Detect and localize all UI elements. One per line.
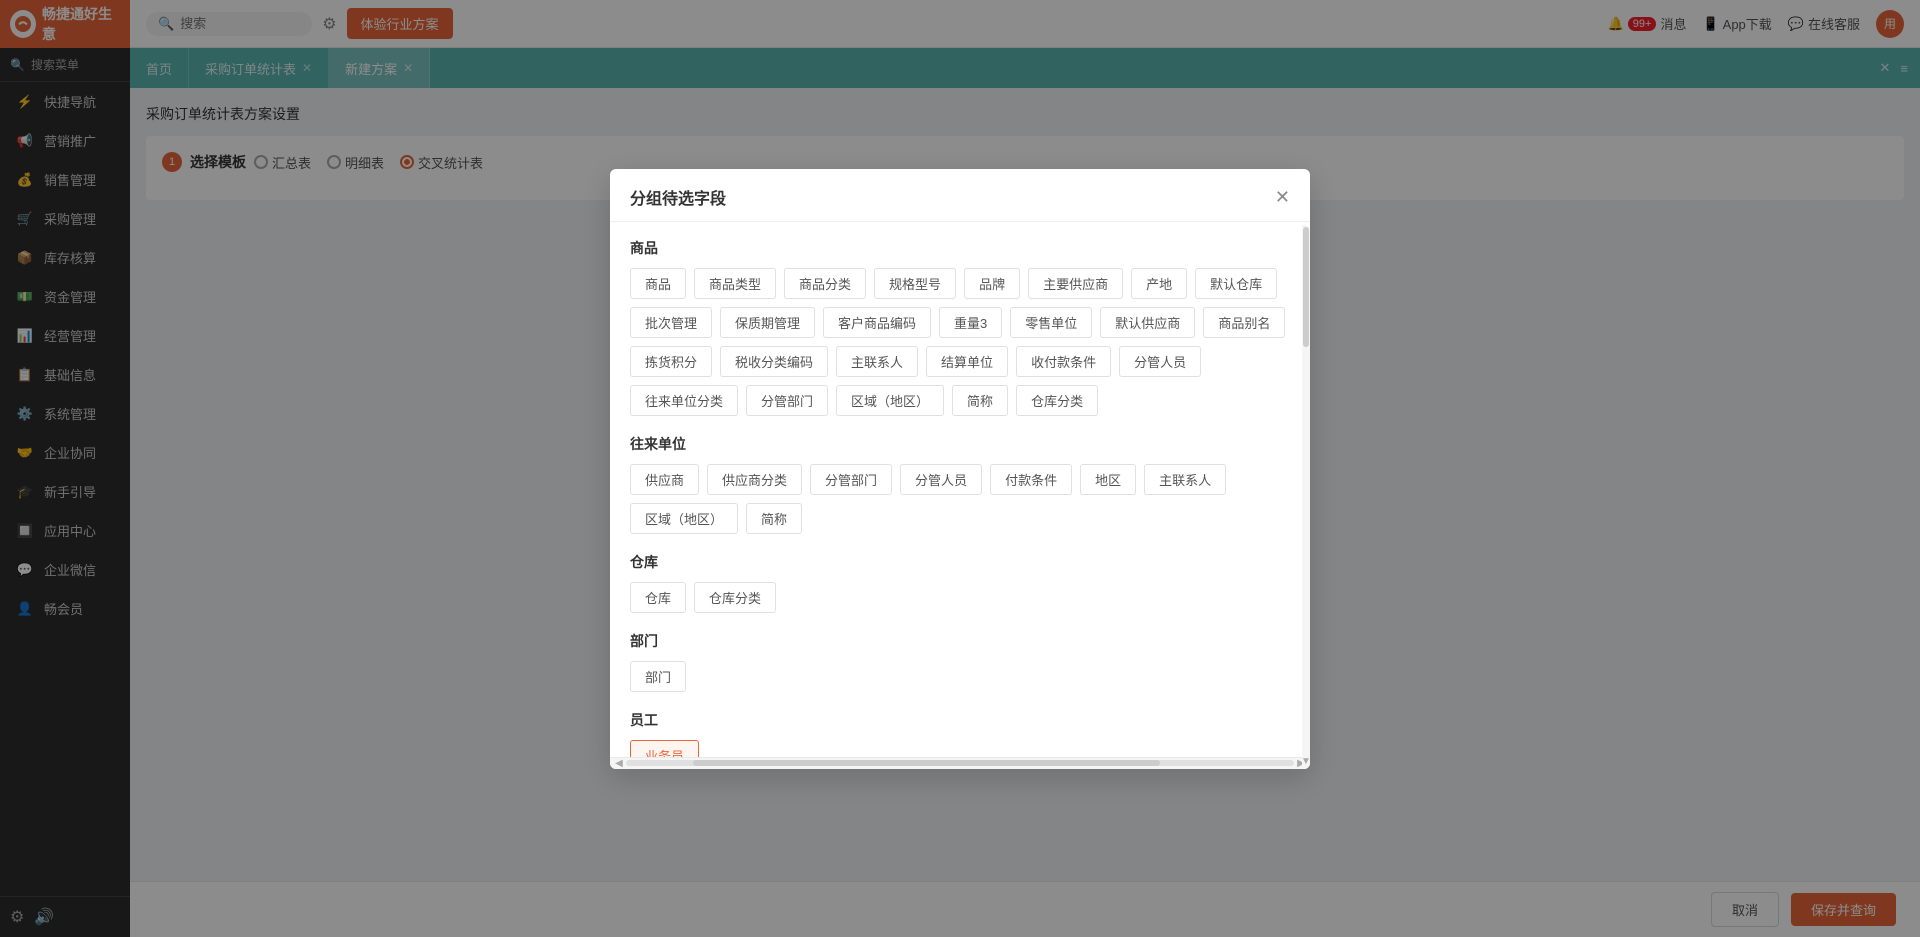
vscroll-down-arrow[interactable]: ▼: [1302, 755, 1310, 769]
field-tag-dept[interactable]: 部门: [630, 661, 686, 692]
field-tag-goods-category[interactable]: 商品分类: [784, 268, 866, 299]
hscroll-thumb: [693, 760, 1161, 766]
modal-section-title-warehouse: 仓库: [630, 552, 1290, 572]
field-tag-supplier[interactable]: 供应商: [630, 464, 699, 495]
field-tag-abbr2[interactable]: 简称: [746, 503, 802, 534]
hscroll-track: [626, 760, 1294, 766]
field-tag-region3[interactable]: 区域（地区）: [630, 503, 738, 534]
field-tag-default-warehouse[interactable]: 默认仓库: [1195, 268, 1277, 299]
field-tag-tax-category[interactable]: 税收分类编码: [720, 346, 828, 377]
field-tag-default-supplier[interactable]: 默认供应商: [1100, 307, 1195, 338]
modal-section-warehouse: 仓库仓库仓库分类: [630, 552, 1290, 613]
modal-header: 分组待选字段 ✕: [610, 169, 1310, 222]
field-tag-brand[interactable]: 品牌: [964, 268, 1020, 299]
modal-field-tags-warehouse: 仓库仓库分类: [630, 582, 1290, 613]
modal-section-title-employee: 员工: [630, 710, 1290, 730]
hscroll-left-arrow[interactable]: ◀: [612, 758, 626, 769]
vscroll-thumb: [1303, 227, 1309, 347]
field-tag-settle-unit[interactable]: 结算单位: [926, 346, 1008, 377]
modal-section-goods: 商品商品商品类型商品分类规格型号品牌主要供应商产地默认仓库批次管理保质期管理客户…: [630, 238, 1290, 416]
modal-body: 商品商品商品类型商品分类规格型号品牌主要供应商产地默认仓库批次管理保质期管理客户…: [610, 222, 1310, 757]
field-tag-main-supplier[interactable]: 主要供应商: [1028, 268, 1123, 299]
modal-field-tags-goods: 商品商品类型商品分类规格型号品牌主要供应商产地默认仓库批次管理保质期管理客户商品…: [630, 268, 1290, 416]
modal-close-button[interactable]: ✕: [1275, 188, 1290, 206]
modal-field-tags-department: 部门: [630, 661, 1290, 692]
field-tag-region2[interactable]: 地区: [1080, 464, 1136, 495]
field-tag-origin[interactable]: 产地: [1131, 268, 1187, 299]
field-tag-manager[interactable]: 分管人员: [1119, 346, 1201, 377]
modal-hscroll: ◀ ▶: [610, 757, 1310, 769]
modal-vscroll-track: ▲ ▼: [1302, 225, 1310, 769]
field-tag-abbr[interactable]: 简称: [952, 385, 1008, 416]
modal-section-title-partner: 往来单位: [630, 434, 1290, 454]
field-tag-pick-points[interactable]: 拣货积分: [630, 346, 712, 377]
field-tag-batch-mgmt[interactable]: 批次管理: [630, 307, 712, 338]
field-tag-warehouse[interactable]: 仓库: [630, 582, 686, 613]
modal-field-tags-partner: 供应商供应商分类分管部门分管人员付款条件地区主联系人区域（地区） 简称: [630, 464, 1290, 534]
field-tag-payment-terms[interactable]: 收付款条件: [1016, 346, 1111, 377]
field-tag-supplier-category[interactable]: 供应商分类: [707, 464, 802, 495]
field-tag-weight3[interactable]: 重量3: [939, 307, 1002, 338]
field-tag-retail-unit[interactable]: 零售单位: [1010, 307, 1092, 338]
field-tag-customer-code[interactable]: 客户商品编码: [823, 307, 931, 338]
modal-section-title-goods: 商品: [630, 238, 1290, 258]
modal-section-title-department: 部门: [630, 631, 1290, 651]
field-tag-mgmt-staff[interactable]: 分管人员: [900, 464, 982, 495]
field-tag-warehouse-cat[interactable]: 仓库分类: [694, 582, 776, 613]
modal: 分组待选字段 ✕ 商品商品商品类型商品分类规格型号品牌主要供应商产地默认仓库批次…: [610, 169, 1310, 769]
field-tag-goods-alias[interactable]: 商品别名: [1203, 307, 1285, 338]
field-tag-goods-type[interactable]: 商品类型: [694, 268, 776, 299]
modal-overlay: 分组待选字段 ✕ 商品商品商品类型商品分类规格型号品牌主要供应商产地默认仓库批次…: [0, 0, 1920, 937]
field-tag-mgmt-dept[interactable]: 分管部门: [746, 385, 828, 416]
modal-section-partner: 往来单位供应商供应商分类分管部门分管人员付款条件地区主联系人区域（地区） 简称: [630, 434, 1290, 534]
field-tag-main-contact2[interactable]: 主联系人: [1144, 464, 1226, 495]
field-tag-unit-category[interactable]: 往来单位分类: [630, 385, 738, 416]
field-tag-expiry-mgmt[interactable]: 保质期管理: [720, 307, 815, 338]
field-tag-goods[interactable]: 商品: [630, 268, 686, 299]
modal-section-department: 部门部门: [630, 631, 1290, 692]
field-tag-region[interactable]: 区域（地区）: [836, 385, 944, 416]
field-tag-salesperson[interactable]: 业务员: [630, 740, 699, 757]
field-tag-spec-type[interactable]: 规格型号: [874, 268, 956, 299]
modal-section-employee: 员工业务员: [630, 710, 1290, 757]
modal-field-tags-employee: 业务员: [630, 740, 1290, 757]
field-tag-main-contact[interactable]: 主联系人: [836, 346, 918, 377]
field-tag-warehouse-category[interactable]: 仓库分类: [1016, 385, 1098, 416]
modal-title: 分组待选字段: [630, 185, 726, 209]
field-tag-mgmt-dept2[interactable]: 分管部门: [810, 464, 892, 495]
field-tag-payment-terms2[interactable]: 付款条件: [990, 464, 1072, 495]
